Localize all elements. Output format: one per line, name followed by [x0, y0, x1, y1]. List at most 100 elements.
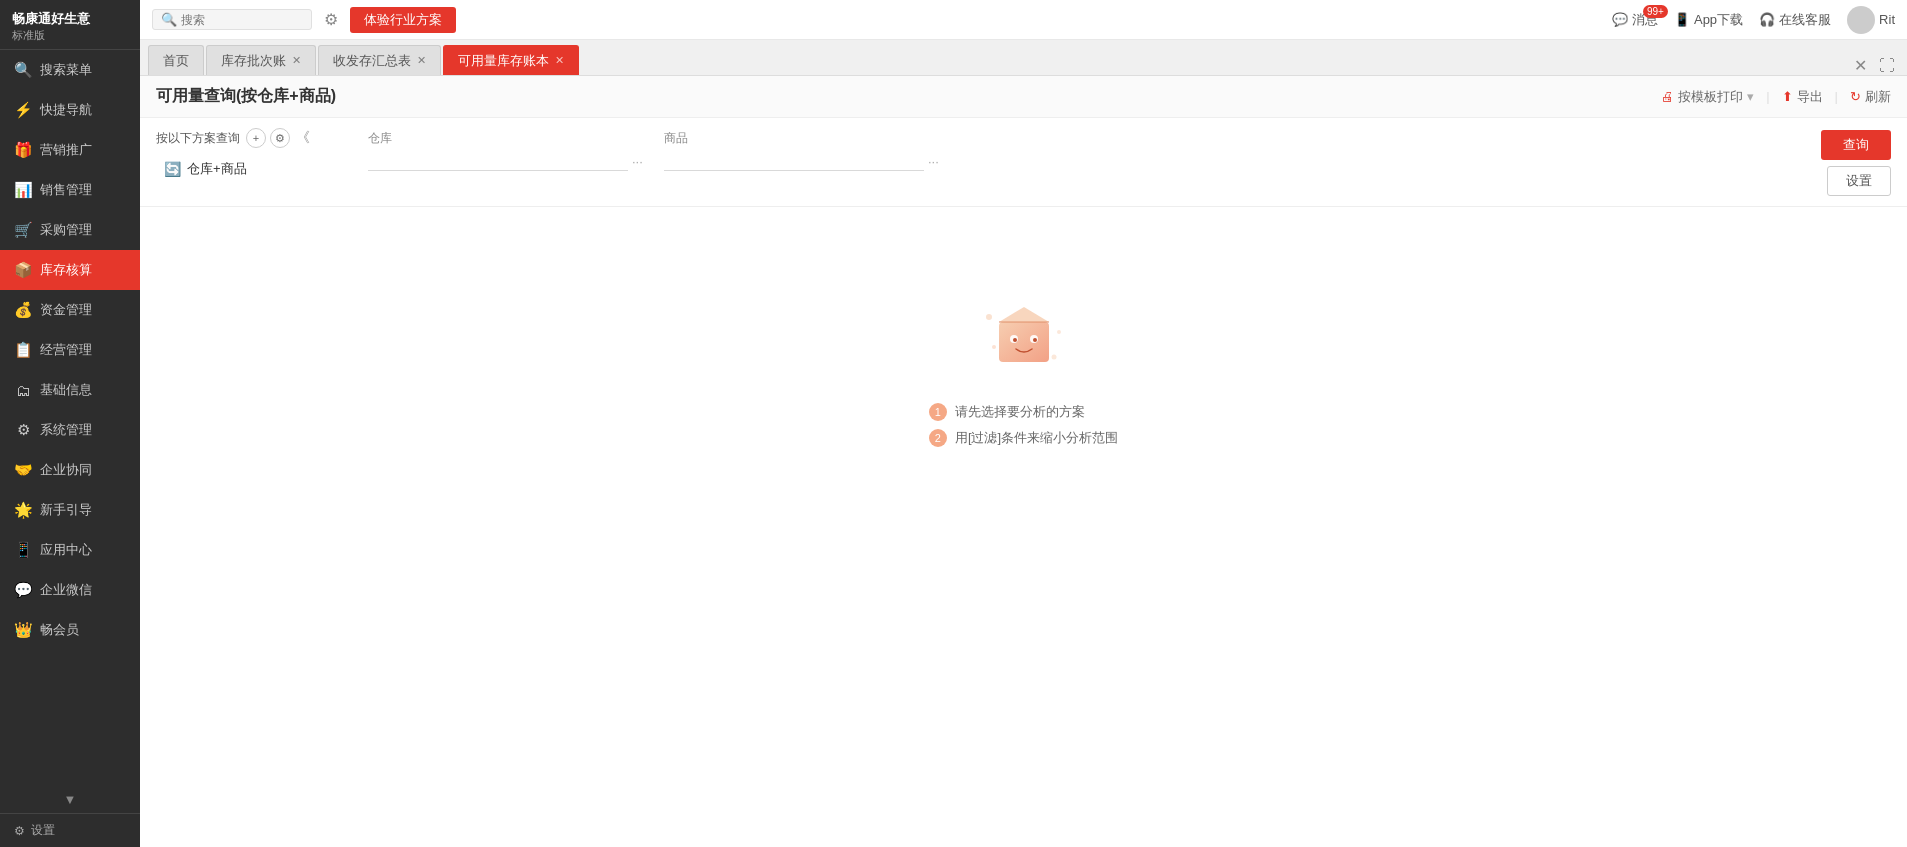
sidebar-item-shortcut[interactable]: ⚡ 快捷导航	[0, 90, 140, 130]
sidebar-item-label: 企业协同	[40, 461, 92, 479]
sidebar-bottom: ⚙ 设置	[0, 813, 140, 847]
scheme-collapse-button[interactable]: 《	[296, 129, 310, 147]
system-icon: ⚙	[14, 421, 32, 439]
tab-available[interactable]: 可用量库存账本 ✕	[443, 45, 579, 75]
scheme-item-warehouse-goods[interactable]: 🔄 仓库+商品	[156, 154, 356, 184]
svg-point-8	[1057, 330, 1061, 334]
export-label: 导出	[1797, 88, 1823, 106]
tab-available-label: 可用量库存账本	[458, 52, 549, 70]
svg-rect-0	[999, 322, 1049, 362]
tabbar: 首页 库存批次账 ✕ 收发存汇总表 ✕ 可用量库存账本 ✕ ✕ ⛶	[140, 40, 1907, 76]
message-button[interactable]: 💬 消息 99+	[1612, 11, 1658, 29]
scheme-settings-button[interactable]: ⚙	[270, 128, 290, 148]
svg-point-7	[986, 314, 992, 320]
query-area: 按以下方案查询 + ⚙ 《 🔄 仓库+商品 仓库	[140, 118, 1907, 207]
sidebar-item-appstore[interactable]: 📱 应用中心	[0, 530, 140, 570]
action-divider-1: |	[1766, 89, 1769, 104]
filter-group-goods: 商品 ···	[664, 130, 944, 171]
online-service-label: 在线客服	[1779, 11, 1831, 29]
filter-more-warehouse[interactable]: ···	[632, 154, 643, 169]
filter-more-goods[interactable]: ···	[928, 154, 939, 169]
online-service-button[interactable]: 🎧 在线客服	[1759, 11, 1831, 29]
filter-input-warehouse[interactable]	[368, 151, 628, 171]
tip-item-2: 2 用[过滤]条件来缩小分析范围	[929, 429, 1118, 447]
svg-point-6	[1033, 338, 1037, 342]
sidebar-item-enterprise[interactable]: 🤝 企业协同	[0, 450, 140, 490]
svg-point-9	[992, 345, 996, 349]
page-title: 可用量查询(按仓库+商品)	[156, 86, 336, 107]
sidebar-item-label: 销售管理	[40, 181, 92, 199]
search-input[interactable]	[181, 13, 301, 27]
sidebar-item-label: 畅会员	[40, 621, 79, 639]
tab-batch-close[interactable]: ✕	[292, 54, 301, 67]
sidebar-item-sales[interactable]: 📊 销售管理	[0, 170, 140, 210]
sidebar-item-label: 快捷导航	[40, 101, 92, 119]
refresh-button[interactable]: ↻ 刷新	[1850, 88, 1891, 106]
sidebar-item-finance[interactable]: 💰 资金管理	[0, 290, 140, 330]
sidebar-item-operation[interactable]: 📋 经营管理	[0, 330, 140, 370]
refresh-icon: ↻	[1850, 89, 1861, 104]
user-avatar-area[interactable]: Rit	[1847, 6, 1895, 34]
empty-tips: 1 请先选择要分析的方案 2 用[过滤]条件来缩小分析范围	[929, 403, 1118, 447]
filter-label-warehouse: 仓库	[368, 130, 648, 147]
page-header: 可用量查询(按仓库+商品) 🖨 按模板打印 ▾ | ⬆ 导出 | ↻	[140, 76, 1907, 118]
headset-icon: 🎧	[1759, 12, 1775, 27]
trial-button[interactable]: 体验行业方案	[350, 7, 456, 33]
topbar: 🔍 ⚙ 体验行业方案 💬 消息 99+ 📱 App下载 🎧 在线客服	[140, 0, 1907, 40]
export-button[interactable]: ⬆ 导出	[1782, 88, 1823, 106]
filter-label-goods: 商品	[664, 130, 944, 147]
scheme-item-label: 仓库+商品	[187, 160, 247, 178]
app-download-button[interactable]: 📱 App下载	[1674, 11, 1743, 29]
sidebar-item-label: 资金管理	[40, 301, 92, 319]
scheme-add-button[interactable]: +	[246, 128, 266, 148]
sidebar-item-inventory[interactable]: 📦 库存核算	[0, 250, 140, 290]
sidebar-logo-sub: 标准版	[12, 28, 128, 43]
tab-summary-close[interactable]: ✕	[417, 54, 426, 67]
wechat-icon: 💬	[14, 581, 32, 599]
operation-icon: 📋	[14, 341, 32, 359]
message-icon: 💬	[1612, 12, 1628, 27]
search-icon: 🔍	[161, 12, 177, 27]
filter-row: 仓库 ··· 商品 ···	[368, 128, 1809, 171]
sidebar-logo-title: 畅康通好生意	[12, 10, 128, 28]
sidebar-item-member[interactable]: 👑 畅会员	[0, 610, 140, 650]
sidebar-item-label: 应用中心	[40, 541, 92, 559]
print-button[interactable]: 🖨 按模板打印 ▾	[1661, 88, 1754, 106]
print-label: 按模板打印	[1678, 88, 1743, 106]
query-scheme-label: 按以下方案查询	[156, 130, 240, 147]
sidebar-item-label: 经营管理	[40, 341, 92, 359]
sidebar-item-marketing[interactable]: 🎁 营销推广	[0, 130, 140, 170]
sidebar-item-system[interactable]: ⚙ 系统管理	[0, 410, 140, 450]
svg-point-5	[1013, 338, 1017, 342]
filter-input-goods[interactable]	[664, 151, 924, 171]
sidebar-item-purchase[interactable]: 🛒 采购管理	[0, 210, 140, 250]
tab-home[interactable]: 首页	[148, 45, 204, 75]
topbar-gear-icon[interactable]: ⚙	[320, 8, 342, 31]
enterprise-icon: 🤝	[14, 461, 32, 479]
sales-icon: 📊	[14, 181, 32, 199]
action-divider-2: |	[1835, 89, 1838, 104]
tab-expand-button[interactable]: ⛶	[1875, 57, 1899, 75]
tab-batch[interactable]: 库存批次账 ✕	[206, 45, 316, 75]
sidebar-logo: 畅康通好生意 标准版	[0, 0, 140, 50]
query-scheme-panel: 按以下方案查询 + ⚙ 《 🔄 仓库+商品	[156, 128, 356, 184]
settings-button[interactable]: 设置	[1827, 166, 1891, 196]
tab-summary[interactable]: 收发存汇总表 ✕	[318, 45, 441, 75]
sidebar-scroll-down[interactable]: ▼	[0, 786, 140, 813]
empty-state: 1 请先选择要分析的方案 2 用[过滤]条件来缩小分析范围	[140, 207, 1907, 527]
sidebar-item-search[interactable]: 🔍 搜索菜单	[0, 50, 140, 90]
sidebar-item-guide[interactable]: 🌟 新手引导	[0, 490, 140, 530]
message-badge: 99+	[1643, 5, 1668, 18]
sidebar-item-wechat[interactable]: 💬 企业微信	[0, 570, 140, 610]
action-buttons: 查询 设置	[1821, 128, 1891, 196]
tab-close-all-button[interactable]: ✕	[1846, 56, 1875, 75]
topbar-right: 💬 消息 99+ 📱 App下载 🎧 在线客服 Rit	[1612, 6, 1895, 34]
topbar-search-box[interactable]: 🔍	[152, 9, 312, 30]
tab-available-close[interactable]: ✕	[555, 54, 564, 67]
sidebar-item-basic[interactable]: 🗂 基础信息	[0, 370, 140, 410]
tip-text-1: 请先选择要分析的方案	[955, 403, 1085, 421]
query-button[interactable]: 查询	[1821, 130, 1891, 160]
sidebar-item-label: 基础信息	[40, 381, 92, 399]
tab-summary-label: 收发存汇总表	[333, 52, 411, 70]
sidebar-item-label: 新手引导	[40, 501, 92, 519]
